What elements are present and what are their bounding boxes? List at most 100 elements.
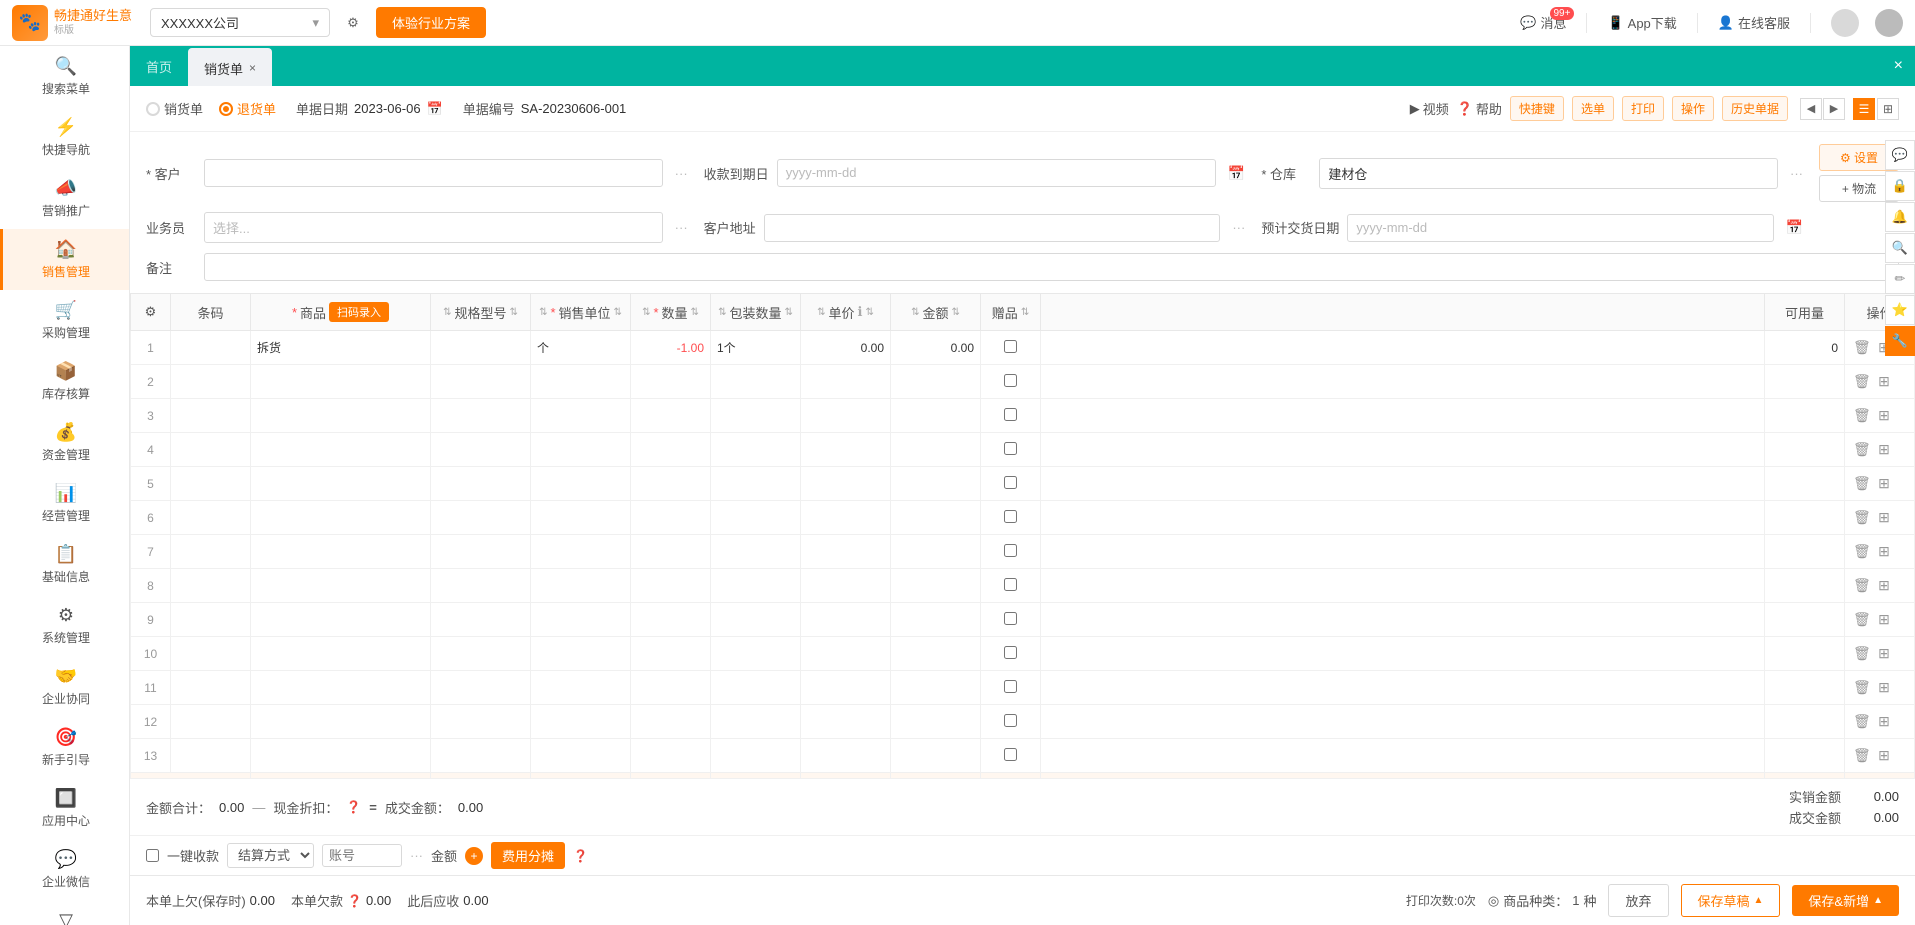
row-copy-btn[interactable]: ⊞ <box>1876 677 1892 698</box>
row-copy-btn[interactable]: ⊞ <box>1876 439 1892 460</box>
tab-close-header[interactable]: × <box>1894 57 1903 75</box>
expense-split-btn[interactable]: 费用分摊 <box>491 842 565 869</box>
row-copy-btn[interactable]: ⊞ <box>1876 473 1892 494</box>
sort-icon5[interactable]: ⇅ <box>817 307 825 318</box>
cell-remark[interactable] <box>1041 501 1765 535</box>
cell-gift[interactable] <box>981 365 1041 399</box>
sort-icon2[interactable]: ⇅ <box>539 307 547 318</box>
cell-spec[interactable] <box>431 365 531 399</box>
cell-unit[interactable] <box>531 433 631 467</box>
cell-product[interactable] <box>251 365 431 399</box>
cell-product[interactable] <box>251 705 431 739</box>
history-btn[interactable]: 历史单据 <box>1722 96 1788 121</box>
cell-barcode[interactable] <box>171 705 251 739</box>
sidebar-item-wechat[interactable]: 💬 企业微信 <box>0 839 129 900</box>
row-delete-btn[interactable]: 🗑 <box>1851 473 1873 494</box>
cell-barcode[interactable] <box>171 399 251 433</box>
cell-spec[interactable] <box>431 467 531 501</box>
user-avatar[interactable] <box>1831 9 1859 37</box>
radio-sales[interactable]: 销货单 <box>146 99 203 118</box>
video-link[interactable]: ▶ 视频 <box>1410 99 1449 118</box>
radio-return[interactable]: 退货单 <box>219 99 276 118</box>
cell-gift[interactable] <box>981 501 1041 535</box>
cell-gift[interactable] <box>981 637 1041 671</box>
cell-remark[interactable] <box>1041 739 1765 773</box>
cell-remark[interactable] <box>1041 671 1765 705</box>
sidebar-item-capital[interactable]: 💰 资金管理 <box>0 412 129 473</box>
discard-button[interactable]: 放弃 <box>1608 884 1668 917</box>
row-delete-btn[interactable]: 🗑 <box>1851 745 1873 766</box>
select-btn[interactable]: 选单 <box>1572 96 1614 121</box>
cell-gift[interactable] <box>981 569 1041 603</box>
row-delete-btn[interactable]: 🗑 <box>1851 337 1873 358</box>
customer-input[interactable] <box>204 159 663 187</box>
cell-qty[interactable] <box>631 637 711 671</box>
settings-gear-btn[interactable]: ⚙ <box>338 8 368 38</box>
cell-qty[interactable] <box>631 501 711 535</box>
cell-barcode[interactable] <box>171 331 251 365</box>
cell-pkg-qty[interactable] <box>711 535 801 569</box>
cell-price[interactable] <box>801 637 891 671</box>
cell-barcode[interactable] <box>171 467 251 501</box>
cell-unit[interactable]: 个 <box>531 331 631 365</box>
row-copy-btn[interactable]: ⊞ <box>1876 371 1892 392</box>
cell-product[interactable] <box>251 671 431 705</box>
cell-gift[interactable] <box>981 739 1041 773</box>
cell-amount[interactable] <box>891 399 981 433</box>
filter-icon5[interactable]: ⇅ <box>865 307 873 318</box>
cell-product[interactable] <box>251 433 431 467</box>
nav-next-btn[interactable]: ▶ <box>1823 98 1845 120</box>
cell-qty[interactable] <box>631 603 711 637</box>
side-panel-tools-icon[interactable]: 🔧 <box>1885 326 1915 356</box>
filter-icon3[interactable]: ⇅ <box>691 307 699 318</box>
row-copy-btn[interactable]: ⊞ <box>1876 745 1892 766</box>
row-delete-btn[interactable]: 🗑 <box>1851 677 1873 698</box>
cell-spec[interactable] <box>431 705 531 739</box>
cell-amount[interactable] <box>891 603 981 637</box>
cell-pkg-qty[interactable] <box>711 705 801 739</box>
filter-icon7[interactable]: ⇅ <box>1021 307 1029 318</box>
tab-close-icon[interactable]: × <box>249 61 256 75</box>
customer-addr-more-icon[interactable]: ··· <box>1232 220 1245 235</box>
print-btn[interactable]: 打印 <box>1622 96 1664 121</box>
cell-product[interactable] <box>251 637 431 671</box>
sidebar-item-appstore[interactable]: 🔲 应用中心 <box>0 778 129 839</box>
cell-remark[interactable] <box>1041 331 1765 365</box>
row-copy-btn[interactable]: ⊞ <box>1876 541 1892 562</box>
payment-date-input[interactable]: yyyy-mm-dd <box>777 159 1216 187</box>
cell-unit[interactable] <box>531 501 631 535</box>
cell-gift[interactable] <box>981 705 1041 739</box>
help-link[interactable]: ❓ 帮助 <box>1457 99 1502 118</box>
sort-icon4[interactable]: ⇅ <box>718 307 726 318</box>
cell-pkg-qty[interactable] <box>711 603 801 637</box>
cell-qty[interactable] <box>631 671 711 705</box>
table-scroll[interactable]: ⚙ 条码 * 商品 扫码录入 <box>130 293 1915 778</box>
cell-product[interactable] <box>251 569 431 603</box>
row-delete-btn[interactable]: 🗑 <box>1851 711 1873 732</box>
cell-barcode[interactable] <box>171 739 251 773</box>
cell-gift[interactable] <box>981 467 1041 501</box>
cell-amount[interactable] <box>891 467 981 501</box>
side-panel-edit-icon[interactable]: ✏ <box>1885 264 1915 294</box>
cell-pkg-qty[interactable] <box>711 637 801 671</box>
cell-unit[interactable] <box>531 671 631 705</box>
row-delete-btn[interactable]: 🗑 <box>1851 405 1873 426</box>
cell-spec[interactable] <box>431 535 531 569</box>
sidebar-item-basic[interactable]: 📋 基础信息 <box>0 534 129 595</box>
cell-gift[interactable] <box>981 331 1041 365</box>
sort-icon3[interactable]: ⇅ <box>642 307 650 318</box>
side-panel-bell-icon[interactable]: 🔔 <box>1885 202 1915 232</box>
sidebar-item-search[interactable]: 🔍 搜索菜单 <box>0 46 129 107</box>
tab-home[interactable]: 首页 <box>130 46 188 86</box>
cell-price[interactable] <box>801 705 891 739</box>
customer-addr-input[interactable] <box>764 214 1221 242</box>
sidebar-item-system[interactable]: ⚙ 系统管理 <box>0 595 129 656</box>
warehouse-input[interactable]: 建材仓 <box>1319 158 1778 189</box>
note-input[interactable] <box>204 253 1899 281</box>
row-delete-btn[interactable]: 🗑 <box>1851 371 1873 392</box>
cell-gift[interactable] <box>981 433 1041 467</box>
cell-product[interactable]: 拆货 <box>251 331 431 365</box>
user-avatar2[interactable] <box>1875 9 1903 37</box>
cell-remark[interactable] <box>1041 433 1765 467</box>
cell-unit[interactable] <box>531 603 631 637</box>
